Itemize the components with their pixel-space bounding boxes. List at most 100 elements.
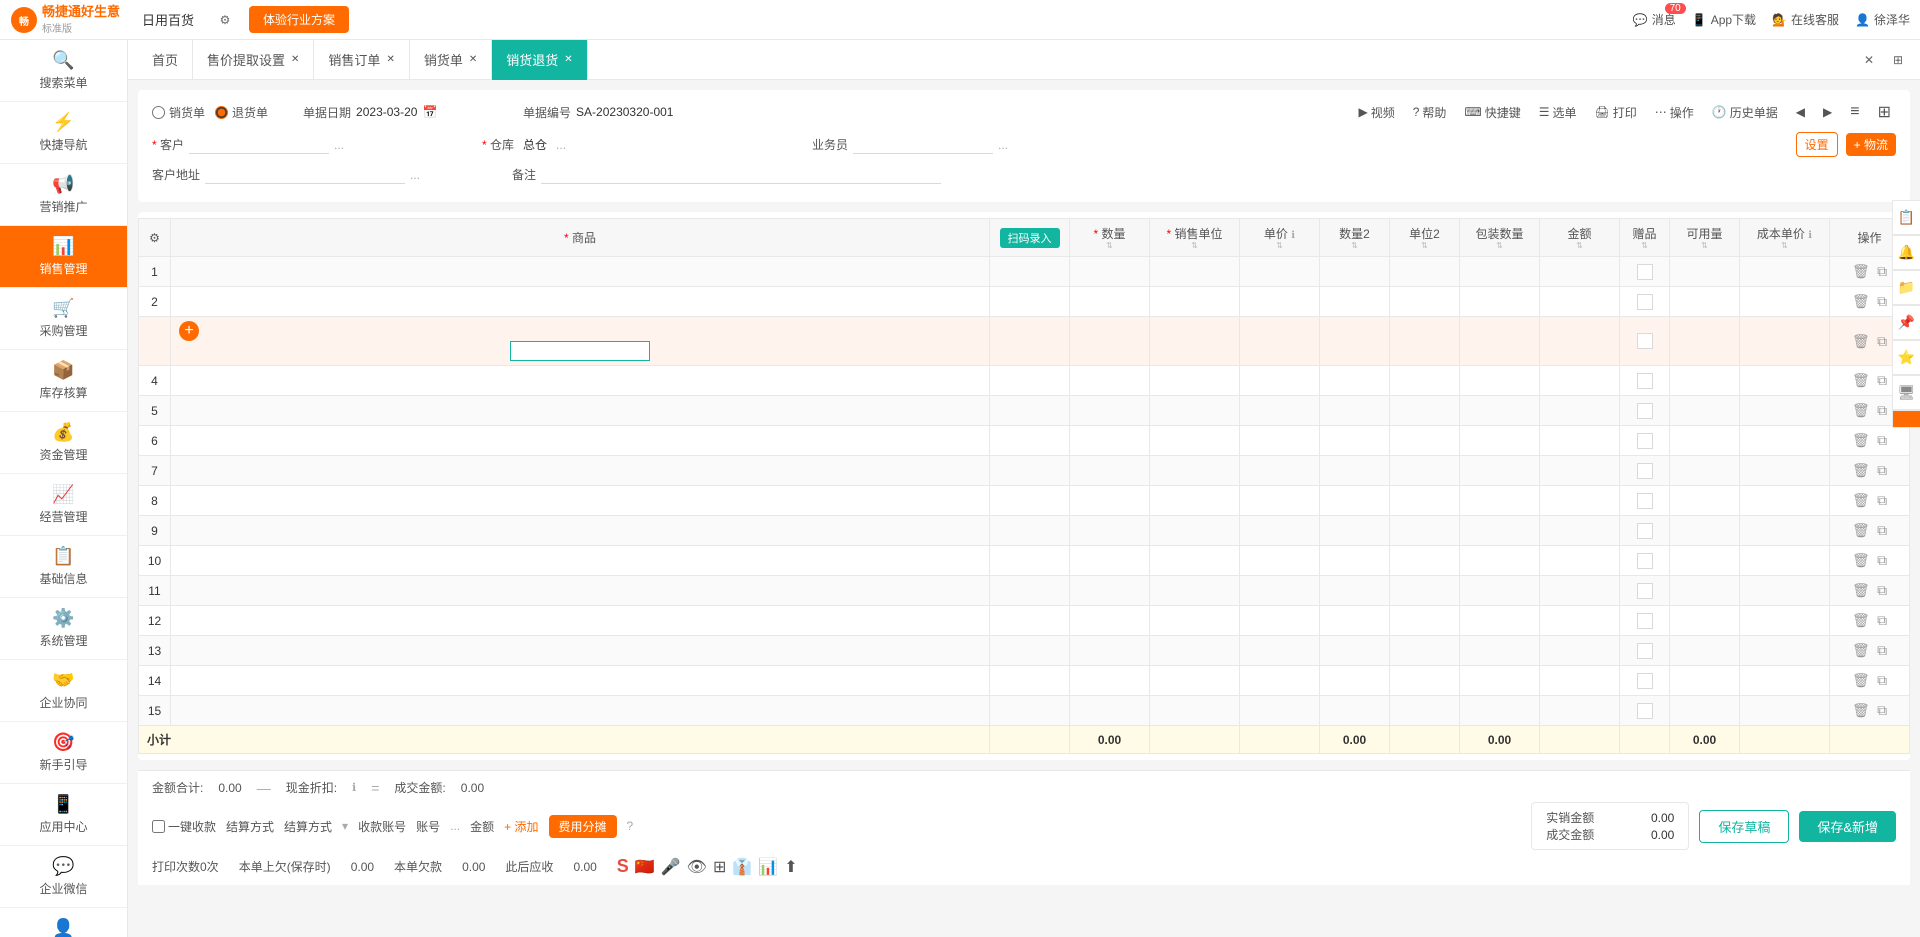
- row-qty2-15[interactable]: [1320, 696, 1390, 726]
- row-unit-14[interactable]: [1150, 666, 1240, 696]
- pay-checkbox-input[interactable]: [152, 820, 165, 833]
- row-unit-12[interactable]: [1150, 606, 1240, 636]
- sidebar-item-6[interactable]: 💰资金管理: [0, 412, 127, 474]
- row-copy-9[interactable]: ⧉: [1875, 520, 1889, 541]
- row-qty-10[interactable]: [1070, 546, 1150, 576]
- row-unit-13[interactable]: [1150, 636, 1240, 666]
- nav-prev-btn[interactable]: ◀: [1791, 103, 1810, 121]
- row-copy-5[interactable]: ⧉: [1875, 400, 1889, 421]
- gift-checkbox-3[interactable]: [1637, 333, 1653, 349]
- row-costprice-8[interactable]: [1740, 486, 1830, 516]
- row-product-14[interactable]: [171, 666, 990, 696]
- message-btn[interactable]: 💬 消息 70: [1633, 11, 1676, 28]
- row-product-12[interactable]: [171, 606, 990, 636]
- row-amount-9[interactable]: [1540, 516, 1620, 546]
- row-price-12[interactable]: [1240, 606, 1320, 636]
- row-unit-8[interactable]: [1150, 486, 1240, 516]
- row-qty2-6[interactable]: [1320, 426, 1390, 456]
- row-delete-15[interactable]: 🗑: [1850, 700, 1872, 721]
- row-amount-5[interactable]: [1540, 396, 1620, 426]
- gift-checkbox-5[interactable]: [1637, 403, 1653, 419]
- sidebar-item-10[interactable]: 🤝企业协同: [0, 660, 127, 722]
- row-qty2-13[interactable]: [1320, 636, 1390, 666]
- row-qty2-12[interactable]: [1320, 606, 1390, 636]
- gift-checkbox-8[interactable]: [1637, 493, 1653, 509]
- row-qty2-8[interactable]: [1320, 486, 1390, 516]
- row-qty2-2[interactable]: [1320, 287, 1390, 317]
- nav-next-btn[interactable]: ▶: [1818, 103, 1837, 121]
- row-amount-7[interactable]: [1540, 456, 1620, 486]
- row-costprice-10[interactable]: [1740, 546, 1830, 576]
- row-gift-15[interactable]: [1620, 696, 1670, 726]
- row-copy-8[interactable]: ⧉: [1875, 490, 1889, 511]
- row-qty-7[interactable]: [1070, 456, 1150, 486]
- row-unit-4[interactable]: [1150, 366, 1240, 396]
- qty2-sort[interactable]: ⇅: [1328, 242, 1381, 250]
- row-packqty-1[interactable]: [1460, 257, 1540, 287]
- customer-input[interactable]: [189, 135, 329, 154]
- shortcut-btn[interactable]: ⌨ 快捷键: [1459, 102, 1525, 123]
- remark-input[interactable]: [541, 165, 941, 184]
- sidebar-item-11[interactable]: 🎯新手引导: [0, 722, 127, 784]
- row-amount-13[interactable]: [1540, 636, 1620, 666]
- sidebar-item-0[interactable]: 🔍搜索菜单: [0, 40, 127, 102]
- row-qty2-5[interactable]: [1320, 396, 1390, 426]
- row-packqty-7[interactable]: [1460, 456, 1540, 486]
- row-qty2-14[interactable]: [1320, 666, 1390, 696]
- row-packqty-14[interactable]: [1460, 666, 1540, 696]
- row-price-4[interactable]: [1240, 366, 1320, 396]
- save-new-btn[interactable]: 保存&新增: [1799, 811, 1896, 842]
- rq-star[interactable]: ⭐: [1892, 340, 1920, 375]
- warehouse-dots[interactable]: ...: [556, 138, 566, 152]
- row-gift-6[interactable]: [1620, 426, 1670, 456]
- row-unit-5[interactable]: [1150, 396, 1240, 426]
- row-costprice-15[interactable]: [1740, 696, 1830, 726]
- maximize-tab-btn[interactable]: ⊞: [1886, 48, 1910, 72]
- tab-0[interactable]: 首页: [138, 40, 193, 80]
- available-sort[interactable]: ⇅: [1678, 242, 1731, 250]
- gift-checkbox-4[interactable]: [1637, 373, 1653, 389]
- row-available-5[interactable]: [1670, 396, 1740, 426]
- sidebar-item-13[interactable]: 💬企业微信: [0, 846, 127, 908]
- sidebar-item-14[interactable]: 👤畅会员: [0, 908, 127, 937]
- row-qty-2[interactable]: [1070, 287, 1150, 317]
- row-packqty-10[interactable]: [1460, 546, 1540, 576]
- row-available-1[interactable]: [1670, 257, 1740, 287]
- row-delete-7[interactable]: 🗑: [1850, 460, 1872, 481]
- row-packqty-12[interactable]: [1460, 606, 1540, 636]
- row-product-6[interactable]: [171, 426, 990, 456]
- row-qty-6[interactable]: [1070, 426, 1150, 456]
- row-unit2-1[interactable]: [1390, 257, 1460, 287]
- gift-checkbox-15[interactable]: [1637, 703, 1653, 719]
- row-delete-8[interactable]: 🗑: [1850, 490, 1872, 511]
- row-product-11[interactable]: [171, 576, 990, 606]
- sidebar-item-2[interactable]: 📢营销推广: [0, 164, 127, 226]
- one-click-pay-checkbox[interactable]: 一键收款: [152, 818, 216, 835]
- online-service-btn[interactable]: 💁 在线客服: [1772, 11, 1839, 28]
- history-btn[interactable]: 🕐 历史单据: [1707, 102, 1783, 123]
- sidebar-item-3[interactable]: 📊销售管理: [0, 226, 127, 288]
- row-packqty-13[interactable]: [1460, 636, 1540, 666]
- row-price-13[interactable]: [1240, 636, 1320, 666]
- view-list-btn[interactable]: ≡: [1845, 101, 1864, 123]
- row-delete-10[interactable]: 🗑: [1850, 550, 1872, 571]
- row-gift-12[interactable]: [1620, 606, 1670, 636]
- row-copy-6[interactable]: ⧉: [1875, 430, 1889, 451]
- row-product-1[interactable]: [171, 257, 990, 287]
- tab-4[interactable]: 销货退货✕: [492, 40, 587, 80]
- row-available-7[interactable]: [1670, 456, 1740, 486]
- row-delete-6[interactable]: 🗑: [1850, 430, 1872, 451]
- row-available-14[interactable]: [1670, 666, 1740, 696]
- rq-pin[interactable]: 📌: [1892, 305, 1920, 340]
- row-unit2-10[interactable]: [1390, 546, 1460, 576]
- sidebar-item-9[interactable]: ⚙️系统管理: [0, 598, 127, 660]
- sidebar-item-12[interactable]: 📱应用中心: [0, 784, 127, 846]
- row-copy-7[interactable]: ⧉: [1875, 460, 1889, 481]
- row-available-9[interactable]: [1670, 516, 1740, 546]
- row-delete-4[interactable]: 🗑: [1850, 370, 1872, 391]
- row-unit2-8[interactable]: [1390, 486, 1460, 516]
- row-amount-10[interactable]: [1540, 546, 1620, 576]
- row-gift-9[interactable]: [1620, 516, 1670, 546]
- scan-enter-btn[interactable]: 扫码录入: [1000, 228, 1060, 248]
- top-nav-dailygoods[interactable]: 日用百货: [130, 5, 206, 34]
